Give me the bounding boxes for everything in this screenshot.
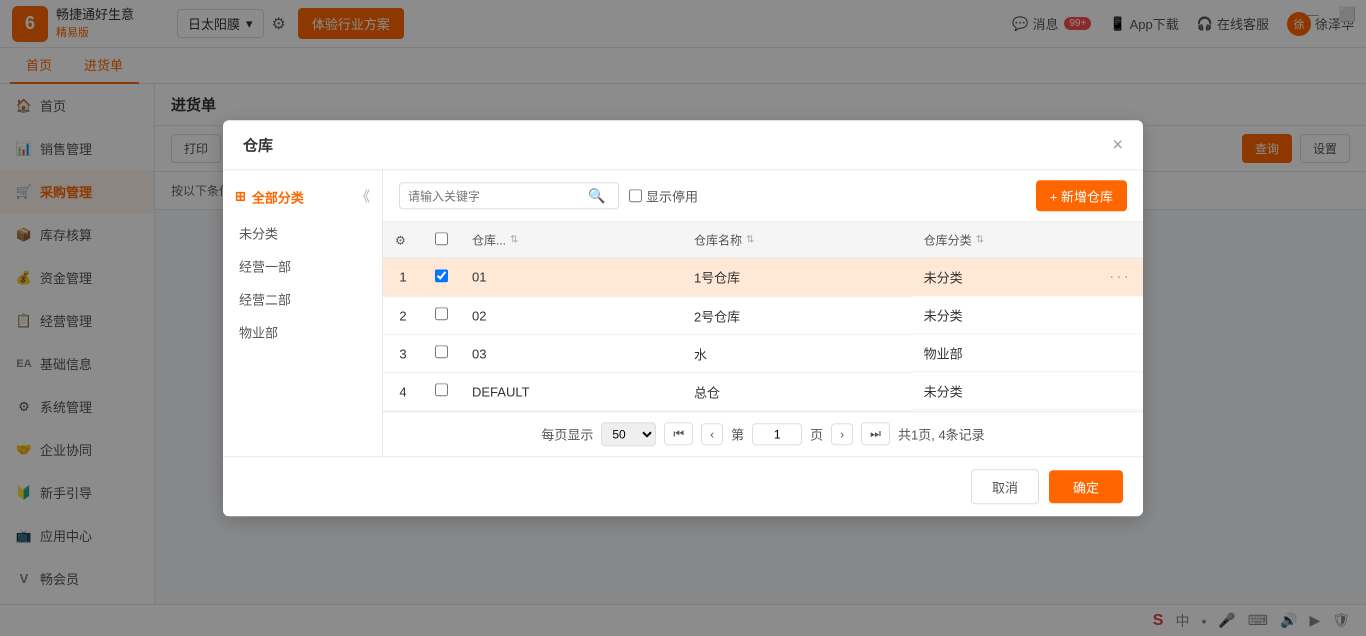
- row-name: 总仓: [682, 372, 912, 410]
- left-panel-header: ⊞ 全部分类 《: [223, 180, 382, 216]
- show-disabled-label[interactable]: 显示停用: [629, 186, 698, 205]
- category-item-property[interactable]: 物业部: [223, 315, 382, 348]
- search-input[interactable]: [408, 189, 588, 203]
- row-code: DEFAULT: [460, 372, 682, 410]
- row-name: 2号仓库: [682, 296, 912, 334]
- search-icon: 🔍: [588, 187, 605, 204]
- per-page-select[interactable]: 50 100 200: [601, 422, 656, 446]
- table-body: 1 01 1号仓库 未分类 ··· 2 02 2号仓库 未分类 3 03 水 物…: [383, 258, 1143, 411]
- modal-header: 仓库 ×: [223, 120, 1143, 170]
- row-code: 01: [460, 258, 682, 297]
- th-code: 仓库... ⇅: [460, 222, 682, 258]
- category-item-ops1[interactable]: 经营一部: [223, 249, 382, 282]
- collapse-panel-button[interactable]: 《: [356, 186, 370, 206]
- page-input[interactable]: [752, 423, 802, 445]
- pagination-bar: 每页显示 50 100 200 ⏮ ‹ 第 页 › ⏭ 共1页, 4条记录: [383, 411, 1143, 456]
- table-row[interactable]: 1 01 1号仓库 未分类 ···: [383, 258, 1143, 297]
- table-header-row: ⚙ 仓库... ⇅: [383, 222, 1143, 258]
- prev-page-button[interactable]: ‹: [701, 423, 723, 445]
- modal-right-panel: 🔍 显示停用 + 新增仓库 ⚙: [383, 170, 1143, 456]
- all-category-item[interactable]: ⊞ 全部分类: [235, 187, 304, 206]
- last-page-button[interactable]: ⏭: [861, 422, 890, 445]
- sort-icon-name: ⇅: [746, 234, 754, 245]
- row-name: 水: [682, 334, 912, 372]
- th-name: 仓库名称 ⇅: [682, 222, 912, 258]
- select-all-checkbox[interactable]: [435, 232, 448, 245]
- th-code-label: 仓库...: [472, 231, 506, 248]
- cancel-button[interactable]: 取消: [971, 469, 1039, 504]
- row-category: 未分类: [912, 372, 1143, 410]
- row-name: 1号仓库: [682, 258, 912, 297]
- table-row[interactable]: 3 03 水 物业部: [383, 334, 1143, 372]
- row-checkbox[interactable]: [423, 258, 460, 297]
- row-checkbox[interactable]: [423, 334, 460, 372]
- row-code: 03: [460, 334, 682, 372]
- row-checkbox[interactable]: [423, 296, 460, 334]
- row-action-menu[interactable]: ···: [1109, 268, 1131, 286]
- modal-table-wrap: ⚙ 仓库... ⇅: [383, 222, 1143, 411]
- table-row[interactable]: 4 DEFAULT 总仓 未分类: [383, 372, 1143, 410]
- search-input-wrap: 🔍: [399, 182, 619, 209]
- modal-search-bar: 🔍 显示停用 + 新增仓库: [383, 170, 1143, 222]
- th-category-label: 仓库分类: [924, 231, 972, 248]
- th-name-label: 仓库名称: [694, 231, 742, 248]
- warehouse-table: ⚙ 仓库... ⇅: [383, 222, 1143, 411]
- row-category: 未分类: [912, 296, 1143, 334]
- modal-close-button[interactable]: ×: [1112, 134, 1123, 155]
- per-page-label: 每页显示: [541, 424, 593, 443]
- th-category: 仓库分类 ⇅: [912, 222, 1143, 258]
- row-category: 物业部: [912, 334, 1143, 372]
- row-checkbox[interactable]: [423, 372, 460, 410]
- th-gear: ⚙: [383, 222, 423, 258]
- row-code: 02: [460, 296, 682, 334]
- category-item-unclassified[interactable]: 未分类: [223, 216, 382, 249]
- sort-icon-code: ⇅: [510, 234, 518, 245]
- gear-icon: ⚙: [395, 233, 406, 247]
- row-index: 4: [383, 372, 423, 410]
- warehouse-modal: 仓库 × ⊞ 全部分类 《 未分类 经营一部 经营二部 物业部: [223, 120, 1143, 516]
- all-category-label: 全部分类: [252, 187, 304, 206]
- add-warehouse-button[interactable]: + 新增仓库: [1036, 180, 1127, 211]
- sort-icon-category: ⇅: [976, 234, 984, 245]
- page-word: 第: [731, 424, 744, 443]
- grid-icon: ⊞: [235, 188, 246, 204]
- row-index: 3: [383, 334, 423, 372]
- row-index: 2: [383, 296, 423, 334]
- modal-left-panel: ⊞ 全部分类 《 未分类 经营一部 经营二部 物业部: [223, 170, 383, 456]
- row-category: 未分类 ···: [912, 258, 1143, 296]
- table-row[interactable]: 2 02 2号仓库 未分类: [383, 296, 1143, 334]
- modal-action-footer: 取消 确定: [223, 456, 1143, 516]
- confirm-button[interactable]: 确定: [1049, 470, 1123, 503]
- page-label: 页: [810, 424, 823, 443]
- show-disabled-text: 显示停用: [646, 186, 698, 205]
- category-item-ops2[interactable]: 经营二部: [223, 282, 382, 315]
- modal-body: ⊞ 全部分类 《 未分类 经营一部 经营二部 物业部: [223, 170, 1143, 456]
- first-page-button[interactable]: ⏮: [664, 422, 693, 445]
- show-disabled-checkbox[interactable]: [629, 189, 642, 202]
- row-index: 1: [383, 258, 423, 297]
- th-checkbox: [423, 222, 460, 258]
- modal-title: 仓库: [243, 134, 273, 155]
- total-label: 共1页, 4条记录: [898, 424, 985, 443]
- next-page-button[interactable]: ›: [831, 423, 853, 445]
